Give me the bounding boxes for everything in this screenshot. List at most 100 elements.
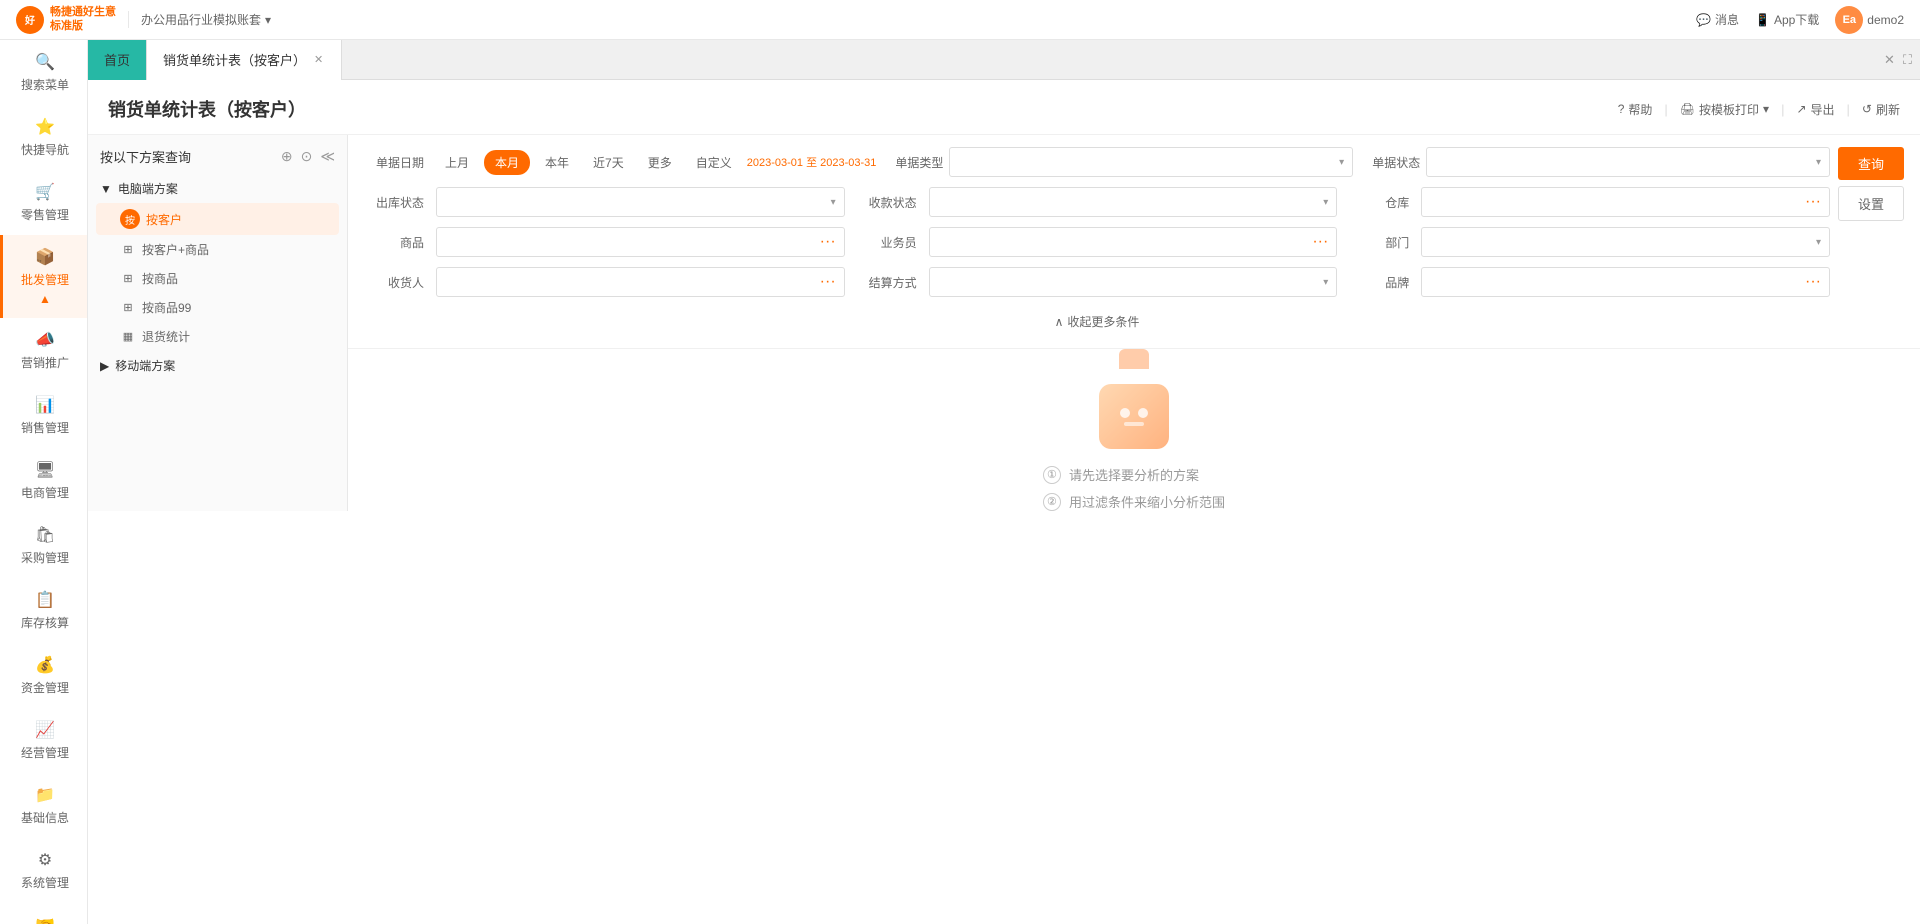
- close-window-icon[interactable]: ✕: [1884, 52, 1895, 68]
- scheme-item-by-goods[interactable]: ⊞ 按商品: [96, 264, 339, 293]
- window-controls: ✕ ⛶: [1884, 52, 1912, 68]
- order-type-label: 单据类型: [888, 154, 943, 171]
- desktop-scheme-header[interactable]: ▼ 电脑端方案: [96, 174, 339, 203]
- goods-dots-icon: ···: [820, 233, 836, 251]
- empty-steps: ① 请先选择要分析的方案 ② 用过滤条件来缩小分析范围: [1043, 465, 1225, 511]
- money-icon: 💰: [35, 655, 55, 675]
- topbar-left: 好 畅捷通好生意 标准版 办公用品行业模拟账套 ▾: [16, 6, 271, 34]
- sidebar-item-wholesale[interactable]: 📦 批发管理 ▲: [0, 235, 87, 318]
- collapse-btn[interactable]: ∧ 收起更多条件: [364, 307, 1830, 336]
- maximize-icon[interactable]: ⛶: [1903, 52, 1912, 68]
- scheme-item-by-goods-99[interactable]: ⊞ 按商品99: [96, 293, 339, 322]
- date-btn-this-year[interactable]: 本年: [536, 150, 578, 175]
- template-print-btn[interactable]: 🖨 按模板打印 ▾: [1680, 101, 1769, 118]
- settings-button[interactable]: 设置: [1838, 186, 1904, 221]
- brand-dots-icon: ···: [1805, 273, 1821, 291]
- step-1-num: ①: [1043, 466, 1061, 484]
- sidebar-item-operations[interactable]: 📈 经营管理: [0, 708, 87, 773]
- export-icon: ↗: [1796, 102, 1806, 116]
- sidebar-item-quick-nav[interactable]: ⭐ 快捷导航: [0, 105, 87, 170]
- scheme-item-by-customer[interactable]: 按 按客户: [96, 203, 339, 235]
- help-btn[interactable]: ? 帮助: [1618, 101, 1653, 118]
- sidebar-item-finance[interactable]: 💰 资金管理: [0, 643, 87, 708]
- tab-home[interactable]: 首页: [88, 40, 147, 80]
- sidebar-item-basic-info[interactable]: 📁 基础信息: [0, 773, 87, 838]
- sidebar-item-retail[interactable]: 🛒 零售管理: [0, 170, 87, 235]
- shopping-icon: 🛍: [35, 525, 55, 545]
- add-scheme-icon[interactable]: ⊕: [281, 148, 293, 165]
- collapse-panel-icon[interactable]: ≪: [320, 148, 335, 165]
- sidebar-item-inventory[interactable]: 📋 库存核算: [0, 578, 87, 643]
- box-icon: 📦: [35, 247, 55, 267]
- date-btn-this-month[interactable]: 本月: [484, 150, 530, 175]
- chevron-down-icon-pay: ▾: [1323, 197, 1328, 208]
- recipient-label: 收货人: [364, 274, 424, 291]
- goods-input[interactable]: ···: [436, 227, 845, 257]
- scheme-item-by-customer-goods[interactable]: ⊞ 按客户+商品: [96, 235, 339, 264]
- department-select[interactable]: ▾: [1421, 227, 1830, 257]
- empty-state: ① 请先选择要分析的方案 ② 用过滤条件来缩小分析范围: [348, 349, 1920, 511]
- payment-status-select[interactable]: ▾: [929, 187, 1338, 217]
- topbar-right: 💬 消息 📱 App下载 Ea demo2: [1696, 6, 1904, 34]
- industry-selector[interactable]: 办公用品行业模拟账套 ▾: [128, 11, 271, 28]
- sidebar-item-sales[interactable]: 📊 销售管理: [0, 383, 87, 448]
- tab-sales-stats[interactable]: 销货单统计表（按客户） ✕: [147, 40, 342, 80]
- date-btn-7days[interactable]: 近7天: [584, 150, 633, 175]
- sidebar-item-search-menu[interactable]: 🔍 搜索菜单: [0, 40, 87, 105]
- date-label: 单据日期: [364, 154, 424, 171]
- sidebar-item-sys-mgmt[interactable]: ⚙ 系统管理: [0, 838, 87, 903]
- mobile-scheme-section: ▶ 移动端方案: [88, 351, 347, 380]
- query-button[interactable]: 查询: [1838, 147, 1904, 180]
- sidebar-item-ecom[interactable]: 🖥 电商管理: [0, 448, 87, 513]
- brand-input[interactable]: ···: [1421, 267, 1830, 297]
- settlement-select[interactable]: ▾: [929, 267, 1338, 297]
- order-type-select[interactable]: ▾: [949, 147, 1353, 177]
- salesperson-label: 业务员: [857, 234, 917, 251]
- sidebar-item-enterprise[interactable]: 🤝 企业协同: [0, 903, 87, 924]
- out-status-select[interactable]: ▾: [436, 187, 845, 217]
- date-btn-last-month[interactable]: 上月: [436, 150, 478, 175]
- app-download-btn[interactable]: 📱 App下载: [1755, 11, 1819, 28]
- export-btn[interactable]: ↗ 导出: [1796, 101, 1834, 118]
- sidebar-item-marketing[interactable]: 📣 营销推广: [0, 318, 87, 383]
- chevron-down-icon-dept: ▾: [1816, 237, 1821, 248]
- table-icon-3: ⊞: [120, 300, 136, 316]
- tab-close-icon[interactable]: ✕: [312, 51, 325, 68]
- settlement-label: 结算方式: [857, 274, 917, 291]
- tab-bar: 首页 销货单统计表（按客户） ✕ ✕ ⛶: [88, 40, 1920, 80]
- recipient-input[interactable]: ···: [436, 267, 845, 297]
- refresh-btn[interactable]: ↺ 刷新: [1862, 101, 1900, 118]
- desktop-scheme-section: ▼ 电脑端方案 按 按客户 ⊞ 按客户+商品 ⊞: [88, 174, 347, 351]
- filter-row-4: 收货人 ··· 结算方式 ▾: [364, 267, 1830, 297]
- order-status-label: 单据状态: [1365, 154, 1420, 171]
- page-content: 销货单统计表（按客户） ? 帮助 | 🖨 按模板打印 ▾ | ↗: [88, 80, 1920, 924]
- sidebar-item-purchase[interactable]: 🛍 采购管理: [0, 513, 87, 578]
- order-status-select[interactable]: ▾: [1426, 147, 1830, 177]
- content-body: 按以下方案查询 ⊕ ⊙ ≪ ▼ 电脑端方案: [88, 135, 1920, 511]
- monitor-icon: 🖥: [35, 460, 55, 480]
- chevron-down-icon: ▾: [1763, 102, 1769, 116]
- date-btn-more[interactable]: 更多: [639, 150, 681, 175]
- date-range-display: 2023-03-01 至 2023-03-31: [747, 154, 877, 170]
- handshake-icon: 🤝: [35, 915, 55, 924]
- goods-label: 商品: [364, 234, 424, 251]
- message-btn[interactable]: 💬 消息: [1696, 11, 1739, 28]
- table-icon-2: ⊞: [120, 271, 136, 287]
- settings-scheme-icon[interactable]: ⊙: [301, 148, 313, 165]
- phone-icon: 📱: [1755, 13, 1770, 27]
- step-2-num: ②: [1043, 493, 1061, 511]
- warehouse-input[interactable]: ···: [1421, 187, 1830, 217]
- chevron-down-icon-type: ▾: [1339, 157, 1344, 168]
- megaphone-icon: 📣: [35, 330, 55, 350]
- bar-chart-icon: ▦: [120, 329, 136, 345]
- filter-area: 单据日期 上月 本月 本年 近7天 更多 自定义 2023-03-01 至 20…: [348, 135, 1920, 349]
- salesperson-input[interactable]: ···: [929, 227, 1338, 257]
- arrow-icon: ▲: [39, 292, 51, 306]
- print-icon: 🖨: [1680, 102, 1695, 116]
- scheme-item-return-stats[interactable]: ▦ 退货统计: [96, 322, 339, 351]
- chart-icon: 📊: [35, 395, 55, 415]
- user-area[interactable]: Ea demo2: [1835, 6, 1904, 34]
- clipboard-icon: 📋: [35, 590, 55, 610]
- mobile-scheme-header[interactable]: ▶ 移动端方案: [96, 351, 339, 380]
- date-btn-custom[interactable]: 自定义: [687, 150, 741, 175]
